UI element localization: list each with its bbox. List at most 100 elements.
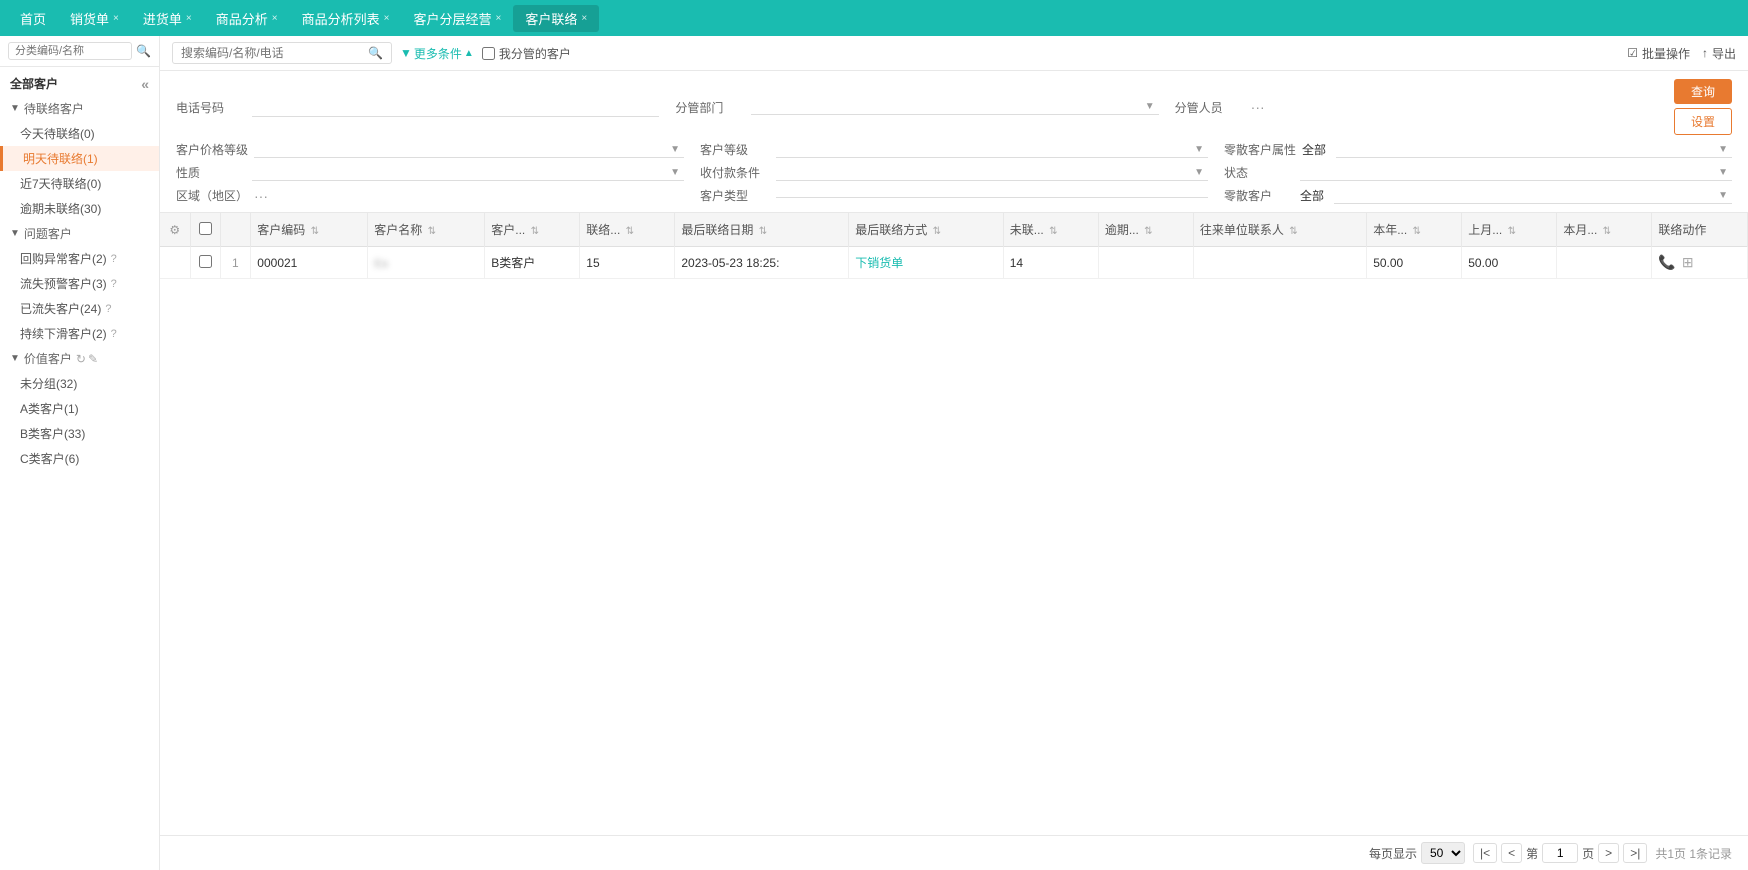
nav-purchase-order[interactable]: 进货单 × [131, 5, 204, 32]
settings-button[interactable]: 设置 [1674, 108, 1732, 135]
sidebar-item-c-class[interactable]: C类客户(6) [0, 446, 159, 471]
sort-this-month-icon[interactable]: ⇅ [1603, 226, 1611, 237]
sidebar-item-a-class[interactable]: A类客户(1) [0, 396, 159, 421]
sidebar-search-icon[interactable]: 🔍 [136, 44, 151, 58]
sidebar-item-ungrouped[interactable]: 未分组(32) [0, 371, 159, 396]
sidebar-item-declining[interactable]: 持续下滑客户(2) ? [0, 321, 159, 346]
nav-sales-order[interactable]: 销货单 × [58, 5, 131, 32]
sidebar-item-7day-contact[interactable]: 近7天待联络(0) [0, 171, 159, 196]
help-icon-churn-warning[interactable]: ? [111, 278, 117, 290]
filter-row-3: 性质 ▼ 收付款条件 ▼ 状态 [176, 164, 1732, 181]
close-sales-order-icon[interactable]: × [113, 13, 119, 24]
first-page-btn[interactable]: |< [1473, 843, 1497, 863]
table-col-no-contact: 未联... ⇅ [1003, 213, 1098, 247]
gender-select[interactable]: ▼ [252, 165, 684, 181]
branch-dept-select[interactable]: ▼ [751, 99, 1158, 115]
status-chevron-icon: ▼ [1718, 167, 1728, 178]
sort-date-icon[interactable]: ⇅ [759, 226, 767, 237]
customer-price-level-select[interactable]: ▼ [254, 142, 684, 158]
arrow-down-icon3: ▼ [10, 353, 20, 364]
sort-this-year-icon[interactable]: ⇅ [1413, 226, 1421, 237]
per-page-select-wrap: 每页显示 50 [1369, 842, 1465, 864]
per-page-select[interactable]: 50 [1421, 842, 1465, 864]
retail-customer-select[interactable]: ▼ [1334, 188, 1732, 204]
close-product-analysis-icon[interactable]: × [272, 13, 278, 24]
nav-customer-contact[interactable]: 客户联络 × [513, 5, 599, 32]
toolbar-right: ☑ 批量操作 ↑ 导出 [1627, 45, 1736, 62]
select-all-checkbox[interactable] [199, 222, 212, 235]
nav-home[interactable]: 首页 [8, 5, 58, 32]
sidebar-item-churn-warning[interactable]: 流失预警客户(3) ? [0, 271, 159, 296]
table-col-this-year: 本年... ⇅ [1367, 213, 1462, 247]
table-col-type: 客户... ⇅ [485, 213, 580, 247]
sidebar-group-pending-contact[interactable]: ▼ 待联络客户 [0, 96, 159, 121]
table-container: ⚙ 客户编码 ⇅ 客户名称 ⇅ [160, 213, 1748, 835]
nav-product-analysis-list[interactable]: 商品分析列表 × [290, 5, 402, 32]
help-icon-churned[interactable]: ? [105, 303, 111, 315]
table-col-code: 客户编码 ⇅ [251, 213, 368, 247]
edit-value-icon[interactable]: ✎ [88, 352, 98, 366]
pagination: 每页显示 50 |< < 第 页 > >| 共1页 1条记录 [160, 835, 1748, 870]
sidebar-group-problem-customers[interactable]: ▼ 问题客户 [0, 221, 159, 246]
close-purchase-order-icon[interactable]: × [186, 13, 192, 24]
row-grid-icon[interactable]: ⊞ [1682, 254, 1694, 271]
sort-unit-contact-icon[interactable]: ⇅ [1289, 226, 1297, 237]
sidebar-item-churned[interactable]: 已流失客户(24) ? [0, 296, 159, 321]
page-input[interactable] [1542, 843, 1578, 863]
customer-type-select[interactable] [776, 193, 1208, 198]
filter-status: 状态 ▼ [1224, 164, 1732, 181]
batch-op-btn[interactable]: ☑ 批量操作 [1627, 45, 1690, 62]
region-dots[interactable]: ··· [254, 188, 268, 204]
my-customers-checkbox[interactable] [482, 47, 495, 60]
row-code: 000021 [251, 247, 368, 279]
sidebar-item-repurchase-abnormal[interactable]: 回购异常客户(2) ? [0, 246, 159, 271]
close-customer-tiering-icon[interactable]: × [495, 13, 501, 24]
search-icon[interactable]: 🔍 [368, 46, 383, 60]
table-settings-col[interactable]: ⚙ [160, 213, 190, 247]
sidebar-item-overdue-contact[interactable]: 逾期未联络(30) [0, 196, 159, 221]
row-this-month [1557, 247, 1652, 279]
sidebar-group-value-customers[interactable]: ▼ 价值客户 ↻ ✎ [0, 346, 159, 371]
branch-person-dots[interactable]: ··· [1251, 99, 1265, 115]
sidebar-search-input[interactable] [8, 42, 132, 60]
help-icon-repurchase[interactable]: ? [111, 253, 117, 265]
status-select[interactable]: ▼ [1300, 165, 1732, 181]
help-icon-declining[interactable]: ? [111, 328, 117, 340]
sort-overdue-icon[interactable]: ⇅ [1144, 226, 1152, 237]
query-button[interactable]: 查询 [1674, 79, 1732, 104]
nav-customer-tiering[interactable]: 客户分层经营 × [401, 5, 513, 32]
next-page-btn[interactable]: > [1598, 843, 1619, 863]
row-checkbox[interactable] [199, 255, 212, 268]
payment-select[interactable]: ▼ [776, 165, 1208, 181]
sort-method-icon[interactable]: ⇅ [933, 226, 941, 237]
total-info: 共1页 1条记录 [1655, 845, 1732, 862]
prev-page-btn[interactable]: < [1501, 843, 1522, 863]
phone-input[interactable] [252, 98, 659, 117]
sort-last-month-icon[interactable]: ⇅ [1508, 226, 1516, 237]
export-btn[interactable]: ↑ 导出 [1702, 45, 1736, 62]
row-settings[interactable] [160, 247, 190, 279]
sort-name-icon[interactable]: ⇅ [428, 226, 436, 237]
sort-code-icon[interactable]: ⇅ [311, 226, 319, 237]
sidebar-item-today-contact[interactable]: 今天待联络(0) [0, 121, 159, 146]
close-customer-contact-icon[interactable]: × [581, 13, 587, 24]
customer-level-select[interactable]: ▼ [776, 142, 1208, 158]
last-page-btn[interactable]: >| [1623, 843, 1647, 863]
branch-dept-chevron-icon: ▼ [1145, 101, 1155, 112]
retail-attr-select[interactable]: ▼ [1336, 142, 1732, 158]
sort-no-contact-icon[interactable]: ⇅ [1049, 226, 1057, 237]
row-phone-icon[interactable]: 📞 [1658, 254, 1675, 271]
sidebar-item-b-class[interactable]: B类客户(33) [0, 421, 159, 446]
refresh-icon[interactable]: ↻ [76, 352, 86, 366]
sort-type-icon[interactable]: ⇅ [531, 226, 539, 237]
sidebar-item-tomorrow-contact[interactable]: 明天待联络(1) [0, 146, 159, 171]
last-contact-link[interactable]: 下销货单 [855, 256, 903, 270]
more-conditions-btn[interactable]: ▼ 更多条件 ▲ [400, 45, 474, 62]
nav-product-analysis[interactable]: 商品分析 × [204, 5, 290, 32]
filter-branch-dept: 分管部门 ▼ [675, 99, 1158, 116]
sidebar-collapse-icon[interactable]: « [141, 76, 149, 92]
close-product-analysis-list-icon[interactable]: × [384, 13, 390, 24]
sort-contact-icon[interactable]: ⇅ [626, 226, 634, 237]
search-input[interactable] [181, 46, 368, 60]
customer-level-chevron-icon: ▼ [1194, 144, 1204, 155]
